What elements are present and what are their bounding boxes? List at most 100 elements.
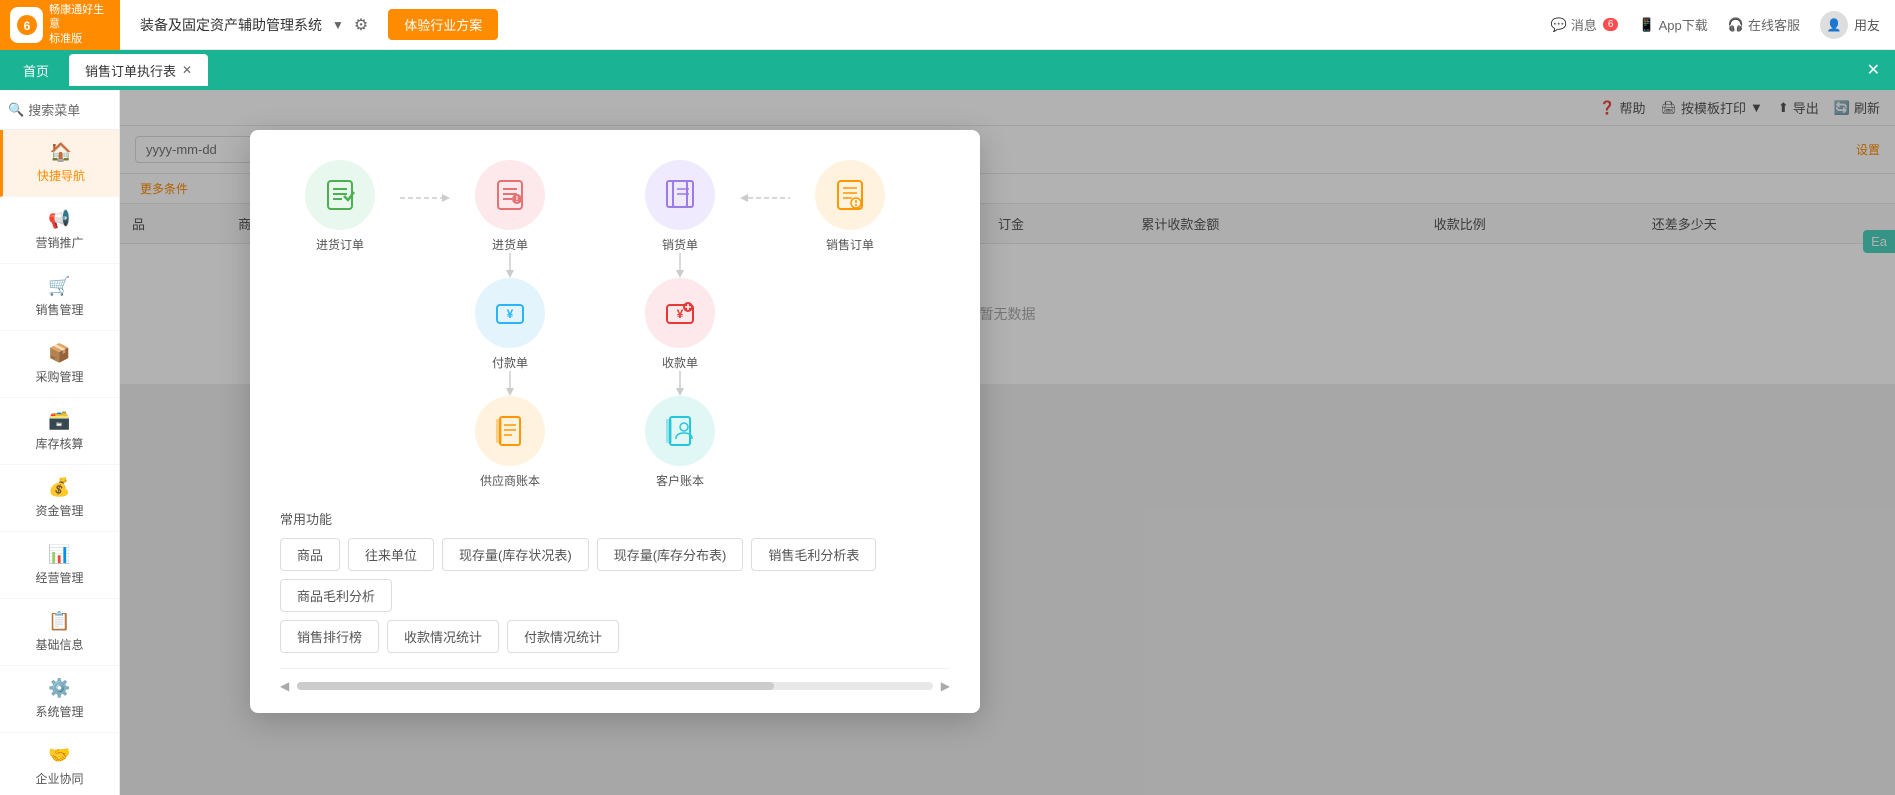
operations-icon: 📊	[48, 544, 70, 565]
sales-order-icon	[815, 160, 885, 230]
func-btn-payment-stats[interactable]: 付款情况统计	[507, 620, 619, 653]
sidebar-item-collab[interactable]: 🤝 企业协同	[0, 733, 119, 795]
user-name: 用友	[1854, 15, 1880, 34]
header-right: 💬 消息 6 📱 App下载 🎧 在线客服 👤 用友	[1551, 11, 1880, 39]
tab-home[interactable]: 首页	[7, 54, 65, 86]
logo-icon: 6	[10, 7, 43, 43]
logo-area: 6 畅康通好生意 标准版	[0, 0, 120, 50]
trial-btn[interactable]: 体验行业方案	[388, 9, 498, 40]
purchase-order-icon	[305, 160, 375, 230]
svg-text:!: !	[516, 195, 519, 204]
scrollbar-track[interactable]	[297, 682, 933, 690]
purchase-bill-icon: !	[475, 160, 545, 230]
flow-node-supplier-ledger: 供应商账本	[475, 396, 545, 489]
tab-bar: 首页 销售订单执行表 ✕ ✕	[0, 50, 1895, 90]
collab-icon: 🤝	[48, 745, 70, 766]
scroll-left-btn[interactable]: ◀	[280, 679, 289, 693]
receipt-label: 收款单	[662, 354, 698, 371]
scroll-right-btn[interactable]: ▶	[941, 679, 950, 693]
inventory-icon: 🗃️	[48, 410, 70, 431]
customer-ledger-icon	[645, 396, 715, 466]
flow-node-payment: ¥ 付款单	[475, 278, 545, 371]
marketing-icon: 📢	[48, 209, 70, 230]
basic-info-icon: 📋	[48, 611, 70, 632]
tab-bar-close-icon[interactable]: ✕	[1857, 60, 1890, 80]
message-badge: 6	[1603, 18, 1619, 31]
svg-text:¥: ¥	[507, 307, 514, 321]
func-btn-sales-gross-analysis[interactable]: 销售毛利分析表	[751, 538, 876, 571]
payment-icon: ¥	[475, 278, 545, 348]
dropdown-btn[interactable]: ▼	[332, 18, 344, 32]
flow-node-receipt: ¥ 收款单	[645, 278, 715, 371]
sidebar-item-marketing[interactable]: 📢 营销推广	[0, 197, 119, 264]
user-info[interactable]: 👤 用友	[1820, 11, 1880, 39]
modal: 进货订单	[250, 130, 980, 713]
service-icon: 🎧	[1728, 17, 1744, 33]
app-download-btn[interactable]: 📱 App下载	[1638, 15, 1707, 34]
arrow-down-1	[502, 253, 518, 278]
arrow-left-1	[740, 189, 790, 225]
purchase-icon: 📦	[48, 343, 70, 364]
online-service-btn[interactable]: 🎧 在线客服	[1728, 15, 1800, 34]
tab-close-icon[interactable]: ✕	[182, 63, 192, 77]
sidebar: 🔍 搜索菜单 🏠 快捷导航 📢 营销推广 🛒 销售管理 📦 采购管理 🗃️ 库存…	[0, 90, 120, 795]
system-icon: ⚙️	[48, 678, 70, 699]
sales-icon: 🛒	[48, 276, 70, 297]
common-func-title: 常用功能	[280, 509, 950, 528]
logo-text: 畅康通好生意 标准版	[49, 3, 110, 46]
sidebar-item-quick-nav[interactable]: 🏠 快捷导航	[0, 130, 119, 197]
func-btns-row2: 销售排行榜 收款情况统计 付款情况统计	[280, 620, 950, 653]
sidebar-item-system[interactable]: ⚙️ 系统管理	[0, 666, 119, 733]
flow-node-purchase-bill: ! 进货单	[475, 160, 545, 253]
arrow-down-3	[502, 371, 518, 396]
avatar: 👤	[1820, 11, 1848, 39]
sidebar-search[interactable]: 🔍 搜索菜单	[0, 90, 119, 130]
main-layout: 🔍 搜索菜单 🏠 快捷导航 📢 营销推广 🛒 销售管理 📦 采购管理 🗃️ 库存…	[0, 90, 1895, 795]
header-controls: ▼ ⚙ 体验行业方案	[332, 9, 498, 40]
func-btn-current-stock-status[interactable]: 现存量(库存状况表)	[442, 538, 589, 571]
func-btn-collection-stats[interactable]: 收款情况统计	[387, 620, 499, 653]
finance-icon: 💰	[48, 477, 70, 498]
settings-btn[interactable]: ⚙	[354, 15, 368, 35]
sidebar-item-purchase[interactable]: 📦 采购管理	[0, 331, 119, 398]
arrow-down-4	[672, 371, 688, 396]
common-functions: 常用功能 商品 往来单位 现存量(库存状况表) 现存量(库存分布表) 销售毛利分…	[280, 509, 950, 653]
flow-node-sales-bill: 销货单	[645, 160, 715, 253]
search-icon: 🔍	[8, 102, 24, 118]
svg-text:¥: ¥	[677, 307, 684, 321]
top-header: 6 畅康通好生意 标准版 装备及固定资产辅助管理系统 ▼ ⚙ 体验行业方案 💬 …	[0, 0, 1895, 50]
quick-nav-icon: 🏠	[50, 142, 72, 163]
tab-sales-order[interactable]: 销售订单执行表 ✕	[69, 54, 208, 86]
func-btn-product[interactable]: 商品	[280, 538, 340, 571]
payment-label: 付款单	[492, 354, 528, 371]
modal-overlay: 进货订单	[120, 90, 1895, 795]
func-btn-current-stock-dist[interactable]: 现存量(库存分布表)	[597, 538, 744, 571]
sales-bill-label: 销货单	[662, 236, 698, 253]
message-btn[interactable]: 💬 消息 6	[1551, 15, 1619, 34]
receipt-icon: ¥	[645, 278, 715, 348]
purchase-bill-label: 进货单	[492, 236, 528, 253]
sidebar-item-finance[interactable]: 💰 资金管理	[0, 465, 119, 532]
sales-bill-icon	[645, 160, 715, 230]
purchase-order-label: 进货订单	[316, 236, 364, 253]
sidebar-item-operations[interactable]: 📊 经营管理	[0, 532, 119, 599]
sidebar-item-sales[interactable]: 🛒 销售管理	[0, 264, 119, 331]
svg-text:6: 6	[23, 19, 30, 33]
func-btn-product-gross-analysis[interactable]: 商品毛利分析	[280, 579, 392, 612]
app-icon: 📱	[1638, 17, 1654, 33]
sidebar-item-basic-info[interactable]: 📋 基础信息	[0, 599, 119, 666]
flow-node-sales-order: 销售订单	[815, 160, 885, 253]
flow-node-customer-ledger: 客户账本	[645, 396, 715, 489]
supplier-ledger-label: 供应商账本	[480, 472, 540, 489]
func-btn-sales-ranking[interactable]: 销售排行榜	[280, 620, 379, 653]
flow-diagram: 进货订单	[280, 160, 950, 489]
content-area: ❓ 帮助 🖨 按模板打印 ▼ ⬆ 导出 🔄 刷新	[120, 90, 1895, 795]
scrollbar-thumb	[297, 682, 774, 690]
flow-node-purchase-order: 进货订单	[305, 160, 375, 253]
system-title: 装备及固定资产辅助管理系统	[140, 15, 322, 35]
func-btn-trade-unit[interactable]: 往来单位	[348, 538, 434, 571]
sidebar-item-inventory[interactable]: 🗃️ 库存核算	[0, 398, 119, 465]
arrow-right-1	[400, 189, 450, 225]
sales-order-label: 销售订单	[826, 236, 874, 253]
supplier-ledger-icon	[475, 396, 545, 466]
